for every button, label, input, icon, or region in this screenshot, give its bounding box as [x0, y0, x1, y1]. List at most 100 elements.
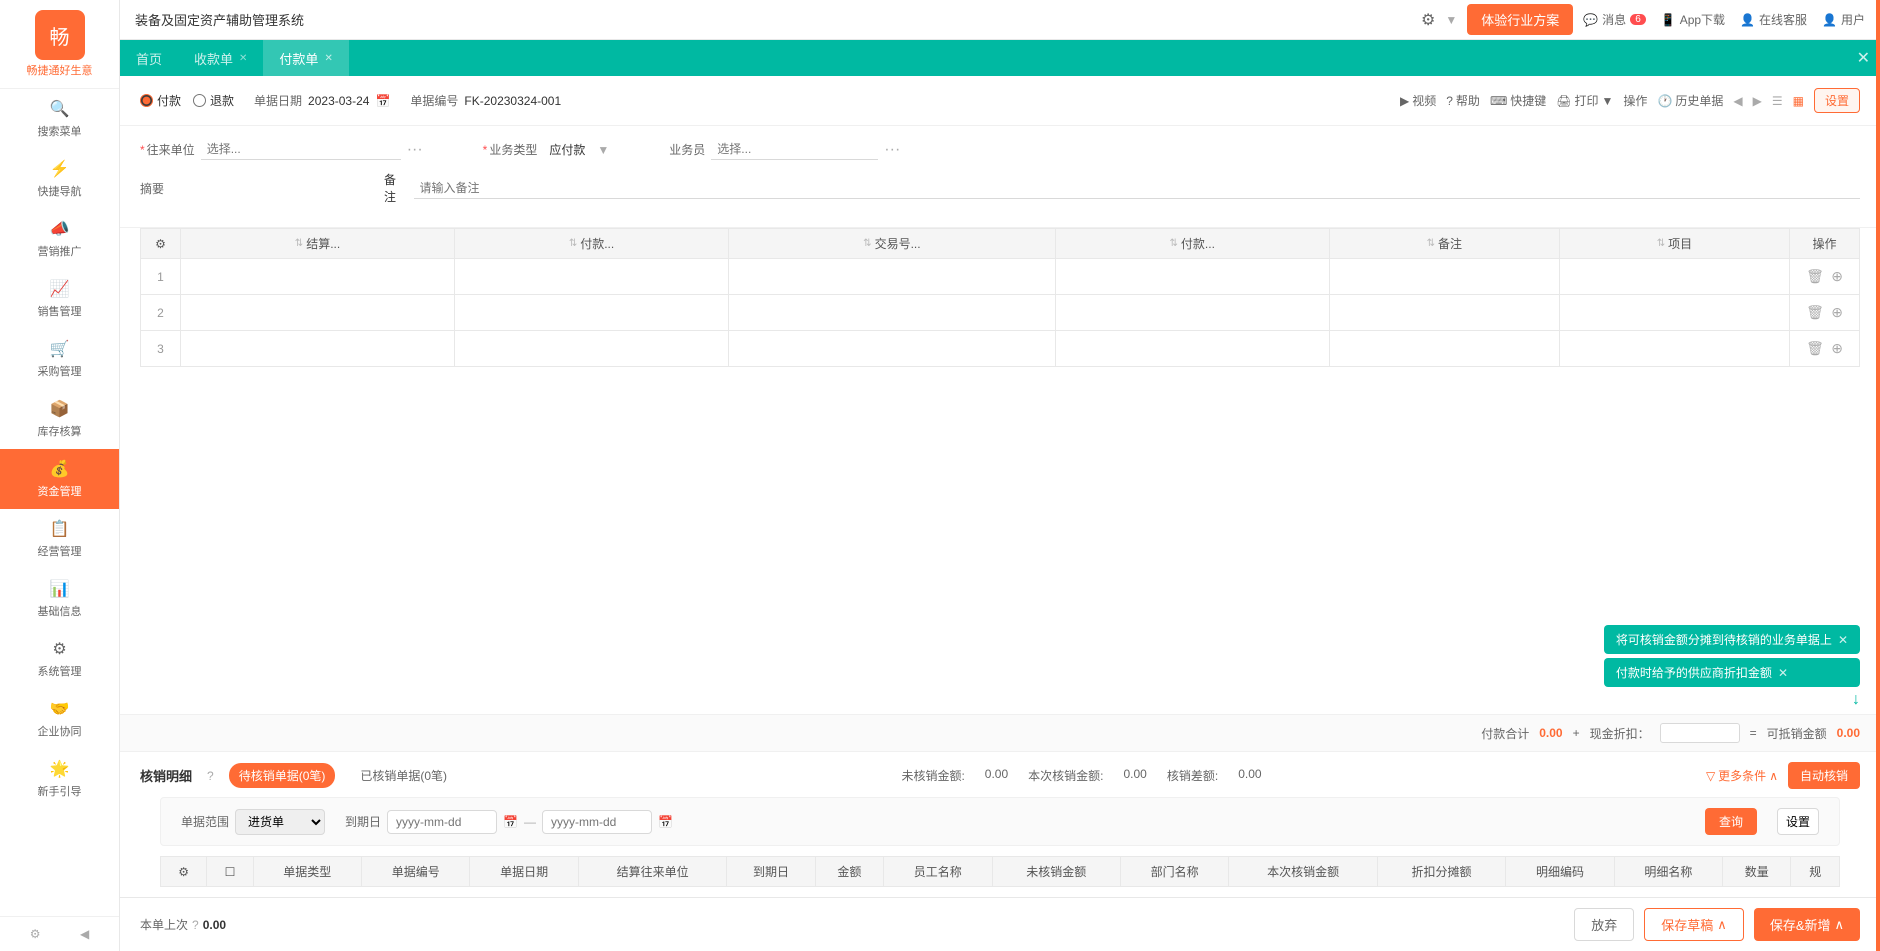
- history-btn[interactable]: 🕐 历史单据: [1657, 92, 1723, 109]
- row-note[interactable]: [1329, 331, 1559, 367]
- receipt-tab-close[interactable]: ✕: [239, 53, 247, 64]
- writeoff-tab-pending[interactable]: 待核销单据(0笔): [229, 763, 336, 788]
- history-icon: 🕐: [1657, 94, 1672, 108]
- row-payment-amount[interactable]: [1055, 259, 1329, 295]
- nav-next-icon[interactable]: ▶: [1753, 94, 1762, 108]
- sidebar-bottom-icons: ⚙ ◀: [0, 917, 119, 951]
- delete-icon[interactable]: 🗑: [1806, 304, 1824, 320]
- row-project[interactable]: [1559, 331, 1789, 367]
- calendar-to-icon[interactable]: 📅: [658, 815, 673, 829]
- date-from-input[interactable]: [387, 810, 497, 834]
- calendar-icon[interactable]: 📅: [375, 94, 390, 108]
- tab-home[interactable]: 首页: [120, 40, 178, 76]
- tab-receipt[interactable]: 收款单 ✕: [178, 40, 263, 76]
- settings-button[interactable]: 设置: [1814, 88, 1860, 113]
- delete-icon[interactable]: 🗑: [1806, 340, 1824, 356]
- sidebar-item-quicknav[interactable]: ⚡ 快捷导航: [0, 149, 119, 209]
- save-new-btn[interactable]: 保存&新增 ∧: [1754, 908, 1860, 941]
- counterparty-more-btn[interactable]: ···: [407, 141, 423, 159]
- row-project[interactable]: [1559, 295, 1789, 331]
- writeoff-tab-done[interactable]: 已核销单据(0笔): [350, 763, 457, 788]
- sidebar-item-system[interactable]: ⚙ 系统管理: [0, 629, 119, 689]
- sidebar-item-operations[interactable]: 📋 经营管理: [0, 509, 119, 569]
- writeoff-settings-btn[interactable]: 设置: [1777, 808, 1819, 835]
- row-note[interactable]: [1329, 259, 1559, 295]
- save-draft-btn[interactable]: 保存草稿 ∧: [1644, 908, 1744, 941]
- sidebar-item-basic[interactable]: 📊 基础信息: [0, 569, 119, 629]
- user-btn[interactable]: 👤 用户: [1822, 11, 1865, 28]
- row-transaction-no[interactable]: [729, 331, 1056, 367]
- app-download-btn[interactable]: 📱 App下载: [1661, 11, 1725, 28]
- delete-icon[interactable]: 🗑: [1806, 268, 1824, 284]
- stat-help-icon[interactable]: ?: [192, 918, 199, 932]
- help-btn[interactable]: ? 帮助: [1446, 92, 1480, 109]
- topbar-dropdown-icon[interactable]: ▼: [1445, 13, 1457, 27]
- refund-radio[interactable]: 退款: [193, 92, 234, 109]
- wcol-settings[interactable]: ⚙: [161, 857, 207, 887]
- row-payment-amount[interactable]: [1055, 331, 1329, 367]
- row-account[interactable]: [181, 295, 455, 331]
- topbar-settings-icon[interactable]: ⚙: [1421, 10, 1435, 30]
- row-transaction-no[interactable]: [729, 259, 1056, 295]
- sidebar-item-finance[interactable]: 💰 资金管理: [0, 449, 119, 509]
- form-meta: 单据日期 2023-03-24 📅 单据编号 FK-20230324-001: [254, 92, 1380, 109]
- online-service-btn[interactable]: 👤 在线客服: [1740, 11, 1807, 28]
- staff-more-btn[interactable]: ···: [884, 141, 900, 159]
- cash-input[interactable]: [1660, 723, 1740, 743]
- sidebar-item-inventory[interactable]: 📦 库存核算: [0, 389, 119, 449]
- sort-icon: ⇅: [1657, 238, 1665, 249]
- payment-tab-close[interactable]: ✕: [324, 53, 332, 64]
- print-dropdown-icon: ▼: [1602, 94, 1614, 108]
- pay-radio[interactable]: 付款: [140, 92, 181, 109]
- wcol-checkbox[interactable]: ☐: [207, 857, 253, 887]
- row-transaction-no[interactable]: [729, 295, 1056, 331]
- copy-icon[interactable]: ⊕: [1831, 268, 1843, 284]
- discard-btn[interactable]: 放弃: [1574, 908, 1634, 941]
- sidebar-item-enterprise[interactable]: 🤝 企业协同: [0, 689, 119, 749]
- staff-input[interactable]: [711, 139, 878, 160]
- shortcut-btn[interactable]: ⌨ 快捷键: [1490, 92, 1546, 109]
- sidebar-item-purchase[interactable]: 🛒 采购管理: [0, 329, 119, 389]
- row-project[interactable]: [1559, 259, 1789, 295]
- date-to-input[interactable]: [542, 810, 652, 834]
- writeoff-table: ⚙ ☐ 单据类型 单据编号 单据日期 结算往来单位 到期日 金额 员工名称 未核…: [160, 856, 1840, 887]
- counterparty-input[interactable]: [201, 139, 401, 160]
- settings-bottom-icon[interactable]: ⚙: [30, 927, 41, 941]
- note-input[interactable]: [414, 178, 1860, 199]
- copy-icon[interactable]: ⊕: [1831, 340, 1843, 356]
- video-btn[interactable]: ▶ 视频: [1400, 92, 1436, 109]
- diff-value: 0.00: [1238, 767, 1261, 784]
- print-btn[interactable]: 🖨 打印 ▼: [1556, 92, 1613, 109]
- row-note[interactable]: [1329, 295, 1559, 331]
- sidebar-item-marketing[interactable]: 📣 营销推广: [0, 209, 119, 269]
- row-payment-method[interactable]: [455, 295, 729, 331]
- grid-view-icon[interactable]: ▦: [1793, 94, 1804, 108]
- row-payment-method[interactable]: [455, 259, 729, 295]
- tooltip-2-close[interactable]: ✕: [1778, 666, 1788, 680]
- copy-icon[interactable]: ⊕: [1831, 304, 1843, 320]
- row-payment-method[interactable]: [455, 331, 729, 367]
- business-type-dropdown-icon[interactable]: ▼: [597, 143, 609, 157]
- query-btn[interactable]: 查询: [1705, 808, 1757, 835]
- auto-writeoff-btn[interactable]: 自动核销: [1788, 762, 1860, 789]
- collapse-icon[interactable]: ◀: [80, 927, 89, 941]
- close-all-tabs-btn[interactable]: ✕: [1857, 48, 1870, 68]
- row-account[interactable]: [181, 259, 455, 295]
- operation-btn[interactable]: 操作: [1623, 92, 1647, 109]
- sidebar-item-guide[interactable]: 🌟 新手引导: [0, 749, 119, 809]
- voucher-range-select[interactable]: 进货单: [235, 809, 325, 835]
- col-settings[interactable]: ⚙: [141, 229, 181, 259]
- more-conditions-btn[interactable]: ▽ 更多条件 ∧: [1706, 767, 1778, 784]
- sidebar-item-search[interactable]: 🔍 搜索菜单: [0, 89, 119, 149]
- calendar-from-icon[interactable]: 📅: [503, 815, 518, 829]
- list-view-icon[interactable]: ☰: [1772, 94, 1783, 108]
- message-btn[interactable]: 💬 消息 6: [1583, 11, 1646, 28]
- tab-payment[interactable]: 付款单 ✕: [263, 40, 348, 76]
- nav-prev-icon[interactable]: ◀: [1733, 94, 1742, 108]
- row-account[interactable]: [181, 331, 455, 367]
- sidebar-item-sales[interactable]: 📈 销售管理: [0, 269, 119, 329]
- trial-btn[interactable]: 体验行业方案: [1467, 4, 1573, 35]
- writeoff-help-icon[interactable]: ?: [207, 769, 214, 783]
- row-payment-amount[interactable]: [1055, 295, 1329, 331]
- tooltip-1-close[interactable]: ✕: [1838, 633, 1848, 647]
